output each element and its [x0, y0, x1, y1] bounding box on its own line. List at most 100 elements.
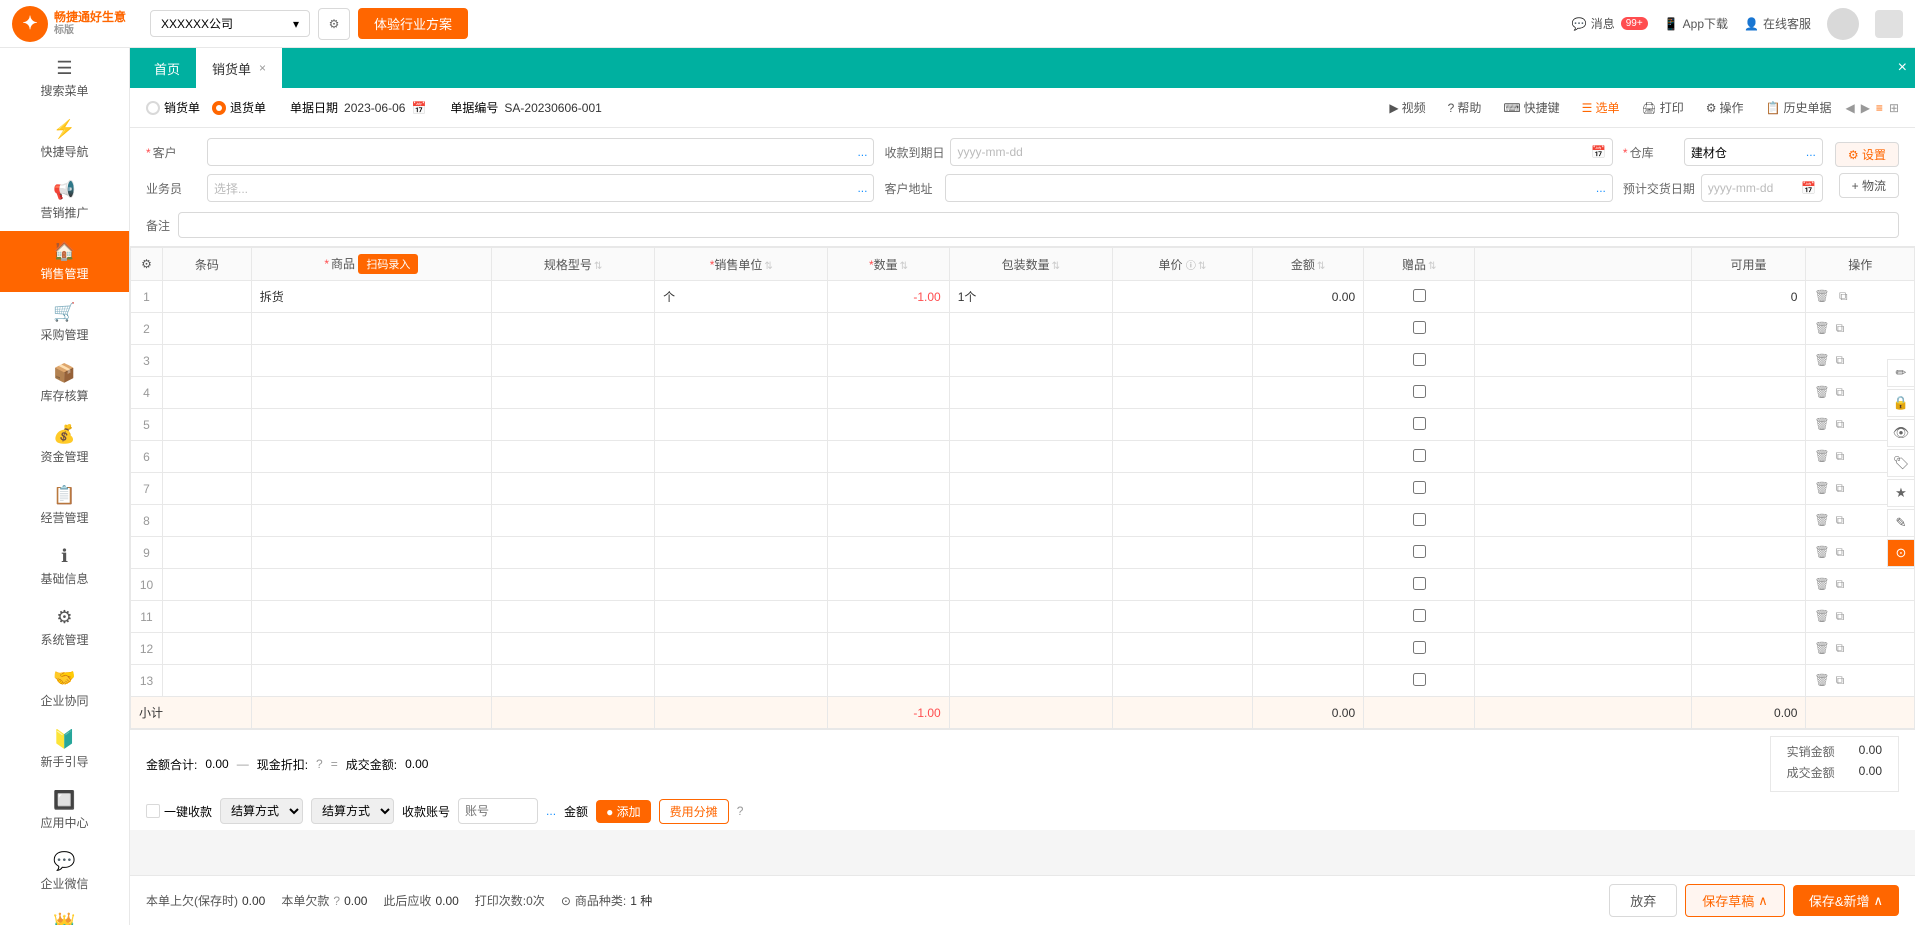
gift-checkbox[interactable] [1413, 577, 1426, 590]
sidebar-item-sales[interactable]: 🏠 销售管理 [0, 231, 129, 292]
delete-icon[interactable]: 🗑 [1814, 321, 1829, 335]
tab-close-window-icon[interactable]: × [1898, 59, 1907, 77]
copy-icon[interactable]: ⧉ [1836, 449, 1845, 463]
sidebar-item-membership[interactable]: 👑 畅会员 [0, 902, 129, 925]
sidebar-item-basic-info[interactable]: ℹ 基础信息 [0, 536, 129, 597]
tab-sales-order[interactable]: 销货单 × [196, 48, 282, 88]
radio-return-order[interactable]: 退货单 [212, 99, 266, 116]
sidebar-item-management[interactable]: 📋 经营管理 [0, 475, 129, 536]
cell-qty[interactable]: -1.00 [828, 281, 949, 313]
copy-icon[interactable]: ⧉ [1836, 513, 1845, 527]
delete-icon[interactable]: 🗑 [1814, 353, 1829, 367]
expected-date-wrap[interactable]: yyyy-mm-dd 📅 [1701, 174, 1823, 202]
calendar-icon[interactable]: 📅 [411, 101, 426, 115]
save-new-button[interactable]: 保存&新增 ∧ [1793, 885, 1899, 916]
cell-amount[interactable]: 0.00 [1252, 281, 1363, 313]
gift-checkbox[interactable] [1413, 289, 1426, 302]
copy-icon[interactable]: ⧉ [1836, 609, 1845, 623]
copy-icon[interactable]: ⧉ [1836, 673, 1845, 687]
payment-cal-icon[interactable]: 📅 [1591, 145, 1606, 159]
delete-icon[interactable]: 🗑 [1814, 289, 1829, 303]
copy-icon[interactable]: ⧉ [1836, 385, 1845, 399]
user-menu[interactable] [1875, 10, 1903, 38]
calc-method-select[interactable]: 结算方式 [220, 798, 303, 824]
copy-icon[interactable]: ⧉ [1836, 353, 1845, 367]
nav-right-icon[interactable]: ▶ [1861, 101, 1870, 115]
right-tool-eye[interactable]: 👁 [1887, 419, 1915, 447]
logistics-button[interactable]: + 物流 [1839, 173, 1899, 198]
delete-icon[interactable]: 🗑 [1814, 609, 1829, 623]
copy-icon[interactable]: ⧉ [1836, 417, 1845, 431]
add-payment-btn[interactable]: ● 添加 [596, 800, 651, 823]
sidebar-item-quick-nav[interactable]: ⚡ 快捷导航 [0, 109, 129, 170]
col-settings[interactable]: ⚙ [131, 248, 163, 281]
warehouse-wrap[interactable]: 建材仓 ... [1684, 138, 1823, 166]
arrear-help-icon[interactable]: ? [333, 894, 340, 908]
view-list-icon[interactable]: ≡ [1876, 101, 1883, 115]
one-click-payment-checkbox[interactable]: 一键收款 [146, 803, 212, 820]
delete-icon[interactable]: 🗑 [1814, 545, 1829, 559]
gift-checkbox[interactable] [1413, 513, 1426, 526]
sidebar-item-finance[interactable]: 💰 资金管理 [0, 414, 129, 475]
delete-icon[interactable]: 🗑 [1814, 641, 1829, 655]
company-selector[interactable]: XXXXXX公司 ▾ [150, 10, 310, 37]
delete-icon[interactable]: 🗑 [1814, 449, 1829, 463]
copy-icon[interactable]: ⧉ [1836, 481, 1845, 495]
salesperson-input-wrap[interactable]: 选择... ... [207, 174, 874, 202]
sidebar-item-search[interactable]: ☰ 搜索菜单 [0, 48, 129, 109]
copy-icon[interactable]: ⧉ [1836, 545, 1845, 559]
gift-checkbox[interactable] [1413, 545, 1426, 558]
cell-product[interactable]: 拆货 [251, 281, 491, 313]
gift-checkbox[interactable] [1413, 417, 1426, 430]
message-btn[interactable]: 💬 消息 99+ [1572, 15, 1648, 32]
gift-checkbox[interactable] [1413, 449, 1426, 462]
nav-left-icon[interactable]: ◀ [1845, 101, 1854, 115]
copy-icon[interactable]: ⧉ [1839, 289, 1848, 303]
video-btn[interactable]: ▶ 视频 [1381, 96, 1433, 119]
payment-date-wrap[interactable]: yyyy-mm-dd 📅 [950, 138, 1612, 166]
discard-button[interactable]: 放弃 [1609, 884, 1677, 917]
calc-method-select2[interactable]: 结算方式 [311, 798, 394, 824]
shortcut-btn[interactable]: ⌨ 快捷键 [1495, 96, 1567, 119]
view-grid-icon[interactable]: ⊞ [1889, 101, 1899, 115]
operation-btn[interactable]: ⚙ 操作 [1698, 96, 1752, 119]
delete-icon[interactable]: 🗑 [1814, 481, 1829, 495]
tab-home[interactable]: 首页 [138, 48, 196, 88]
app-download-btn[interactable]: 📱 App下载 [1664, 15, 1728, 32]
customer-addr-wrap[interactable]: ... [945, 174, 1612, 202]
cell-pkg-qty[interactable]: 1个 [949, 281, 1112, 313]
salesperson-dots[interactable]: ... [857, 181, 867, 195]
customer-input-wrap[interactable]: ... [207, 138, 874, 166]
sidebar-item-marketing[interactable]: 📢 营销推广 [0, 170, 129, 231]
trial-button[interactable]: 体验行业方案 [358, 8, 468, 39]
sidebar-item-guide[interactable]: 🔰 新手引导 [0, 719, 129, 780]
print-btn[interactable]: 🖨 打印 [1633, 96, 1691, 119]
cell-unit[interactable]: 个 [655, 281, 828, 313]
expected-cal-icon[interactable]: 📅 [1801, 181, 1816, 195]
gift-checkbox[interactable] [1413, 385, 1426, 398]
customer-dots[interactable]: ... [857, 145, 867, 159]
customer-addr-dots[interactable]: ... [1596, 181, 1606, 195]
help-btn[interactable]: ? 帮助 [1440, 96, 1490, 119]
save-draft-button[interactable]: 保存草稿 ∧ [1685, 884, 1785, 917]
warehouse-dots[interactable]: ... [1806, 145, 1816, 159]
account-input[interactable] [458, 798, 538, 824]
delete-icon[interactable]: 🗑 [1814, 673, 1829, 687]
tab-close-icon[interactable]: × [259, 61, 266, 75]
right-tool-active[interactable]: ⊙ [1887, 539, 1915, 567]
copy-icon[interactable]: ⧉ [1836, 641, 1845, 655]
right-tool-tag[interactable]: 🏷 [1887, 449, 1915, 477]
right-tool-edit[interactable]: ✏ [1887, 359, 1915, 387]
scan-btn[interactable]: 扫码录入 [358, 254, 418, 274]
cell-spec[interactable] [491, 281, 654, 313]
history-btn[interactable]: 📋 历史单据 [1757, 96, 1839, 119]
radio-sales-order[interactable]: 销货单 [146, 99, 200, 116]
settings-button[interactable]: ⚙ 设置 [1835, 142, 1899, 167]
online-service-btn[interactable]: 👤 在线客服 [1744, 15, 1811, 32]
delete-icon[interactable]: 🗑 [1814, 577, 1829, 591]
note-input[interactable] [178, 212, 1899, 238]
right-tool-pen[interactable]: ✎ [1887, 509, 1915, 537]
delete-icon[interactable]: 🗑 [1814, 513, 1829, 527]
cell-barcode[interactable] [163, 281, 252, 313]
cell-gift[interactable] [1364, 281, 1475, 313]
